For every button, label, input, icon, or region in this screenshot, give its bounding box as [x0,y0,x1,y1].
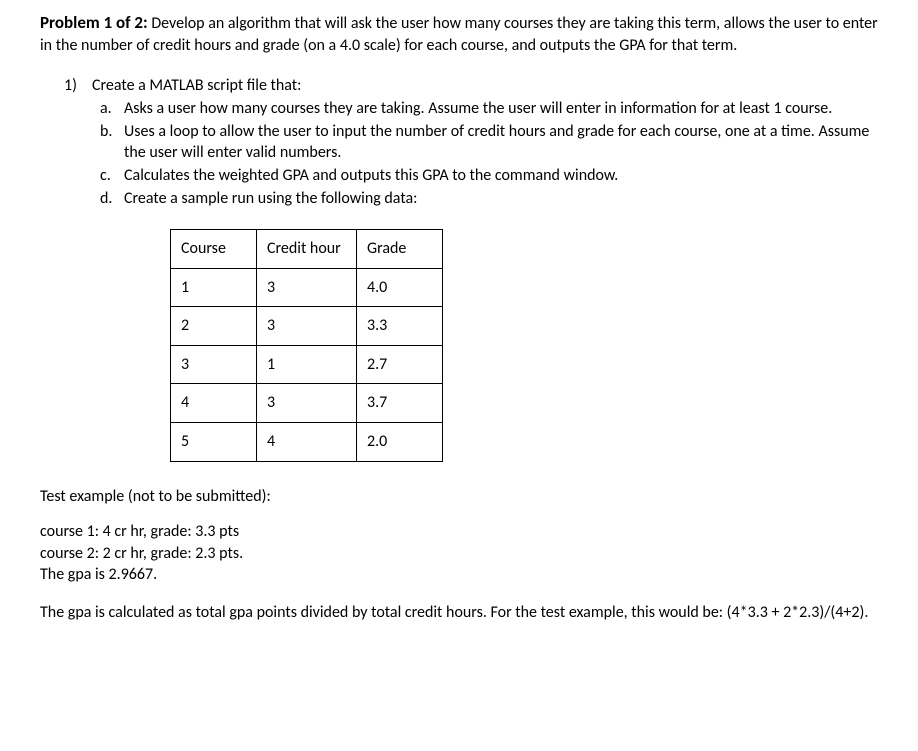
table-header-cell: Grade [357,230,443,269]
main-list-item: 1) Create a MATLAB script file that: a. … [64,75,878,210]
table-cell: 3 [257,307,357,346]
table-cell: 3 [171,345,257,384]
table-row: 1 3 4.0 [171,268,443,307]
test-line: The gpa is 2.9667. [40,564,878,586]
table-header-row: Course Credit hour Grade [171,230,443,269]
sub-marker: d. [100,188,112,210]
problem-header: Problem 1 of 2: Develop an algorithm tha… [40,12,878,57]
table-cell: 1 [257,345,357,384]
table-row: 3 1 2.7 [171,345,443,384]
table-cell: 2.7 [357,345,443,384]
table-cell: 1 [171,268,257,307]
table-cell: 2.0 [357,423,443,462]
sub-list-item: c. Calculates the weighted GPA and outpu… [100,165,878,187]
list-marker: 1) [64,75,77,97]
table-header-cell: Course [171,230,257,269]
table-row: 2 3 3.3 [171,307,443,346]
table-cell: 3 [257,268,357,307]
table-cell: 4 [171,384,257,423]
table-header-cell: Credit hour [257,230,357,269]
problem-description: Develop an algorithm that will ask the u… [40,14,878,55]
sub-item-text: Create a sample run using the following … [124,189,417,208]
table-cell: 3.7 [357,384,443,423]
problem-title: Problem 1 of 2: [40,12,148,33]
sub-list-item: d. Create a sample run using the followi… [100,188,878,210]
table-cell: 2 [171,307,257,346]
table-cell: 5 [171,423,257,462]
table-row: 5 4 2.0 [171,423,443,462]
data-table: Course Credit hour Grade 1 3 4.0 2 3 3.3… [170,229,443,462]
test-line: course 2: 2 cr hr, grade: 2.3 pts. [40,543,878,565]
sub-item-text: Calculates the weighted GPA and outputs … [124,166,618,185]
sub-list-item: a. Asks a user how many courses they are… [100,98,878,120]
main-list: 1) Create a MATLAB script file that: a. … [64,75,878,210]
sub-marker: b. [100,121,112,143]
test-lines: course 1: 4 cr hr, grade: 3.3 pts course… [40,521,878,586]
sub-list-item: b. Uses a loop to allow the user to inpu… [100,121,878,164]
sub-marker: c. [100,165,111,187]
main-item-text: Create a MATLAB script file that: [92,76,301,95]
test-example-section: Test example (not to be submitted): cour… [40,486,878,624]
table-cell: 3 [257,384,357,423]
sub-list: a. Asks a user how many courses they are… [100,98,878,209]
table-cell: 4 [257,423,357,462]
table-cell: 4.0 [357,268,443,307]
sub-item-text: Asks a user how many courses they are ta… [124,99,832,118]
test-heading: Test example (not to be submitted): [40,486,878,508]
test-line: course 1: 4 cr hr, grade: 3.3 pts [40,521,878,543]
table-row: 4 3 3.7 [171,384,443,423]
table-cell: 3.3 [357,307,443,346]
sub-item-text: Uses a loop to allow the user to input t… [124,122,869,163]
sub-marker: a. [100,98,112,120]
test-explanation: The gpa is calculated as total gpa point… [40,602,878,624]
